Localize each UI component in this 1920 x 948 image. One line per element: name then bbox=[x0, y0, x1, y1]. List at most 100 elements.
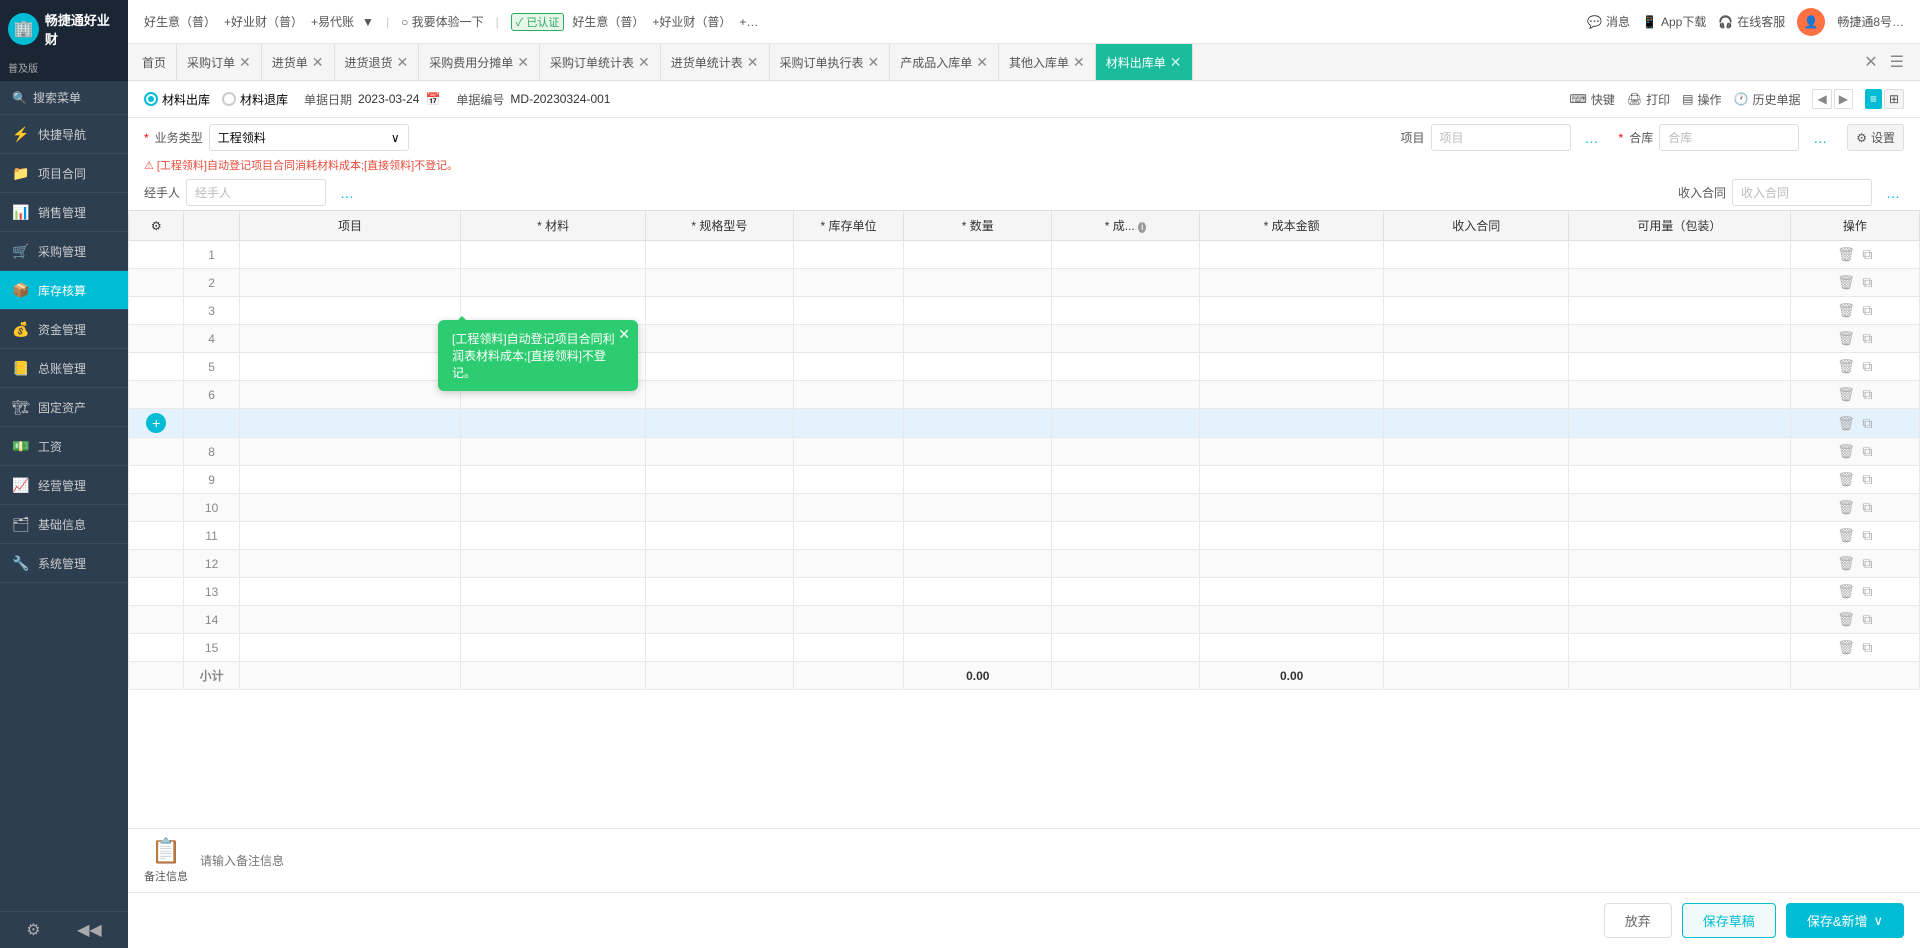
radio-outbound[interactable]: 材料出库 bbox=[144, 91, 210, 108]
row-cost-amt-15[interactable] bbox=[1199, 634, 1384, 662]
row-cost-amt-12[interactable] bbox=[1199, 550, 1384, 578]
row-contract-5[interactable] bbox=[1384, 353, 1569, 381]
row-delete-7[interactable]: 🗑 bbox=[1835, 413, 1857, 433]
row-cost-11[interactable] bbox=[1052, 522, 1200, 550]
row-ops-8[interactable]: 🗑 ⧉ bbox=[1790, 438, 1919, 466]
layout-single-btn[interactable]: ≡ bbox=[1865, 89, 1882, 109]
row-material-11[interactable] bbox=[461, 522, 646, 550]
warehouse-input[interactable]: 合库 bbox=[1659, 124, 1799, 151]
row-cost-12[interactable] bbox=[1052, 550, 1200, 578]
row-qty-7[interactable] bbox=[904, 409, 1052, 438]
row-cost-amt-5[interactable] bbox=[1199, 353, 1384, 381]
prev-btn[interactable]: ◀ bbox=[1812, 89, 1831, 109]
row-cost-amt-4[interactable] bbox=[1199, 325, 1384, 353]
row-qty-3[interactable] bbox=[904, 297, 1052, 325]
project-input[interactable]: 项目 bbox=[1431, 124, 1571, 151]
row-settings-11[interactable] bbox=[129, 522, 184, 550]
row-cost-amt-8[interactable] bbox=[1199, 438, 1384, 466]
row-contract-10[interactable] bbox=[1384, 494, 1569, 522]
save-new-button[interactable]: 保存&新增 ∨ bbox=[1786, 903, 1904, 938]
row-unit-5[interactable] bbox=[793, 353, 904, 381]
row-delete-8[interactable]: 🗑 bbox=[1835, 441, 1857, 461]
row-ops-1[interactable]: 🗑 ⧉ bbox=[1790, 241, 1919, 269]
row-unit-14[interactable] bbox=[793, 606, 904, 634]
row-qty-8[interactable] bbox=[904, 438, 1052, 466]
row-ops-12[interactable]: 🗑 ⧉ bbox=[1790, 550, 1919, 578]
project-dots-btn[interactable]: … bbox=[1581, 128, 1603, 148]
row-settings-15[interactable] bbox=[129, 634, 184, 662]
row-contract-12[interactable] bbox=[1384, 550, 1569, 578]
row-unit-10[interactable] bbox=[793, 494, 904, 522]
row-usable-14[interactable] bbox=[1569, 606, 1791, 634]
sidebar-search[interactable]: 🔍 搜索菜单 bbox=[0, 81, 128, 115]
topbar-nav-good-biz[interactable]: 好生意（普） bbox=[144, 13, 216, 30]
row-unit-13[interactable] bbox=[793, 578, 904, 606]
row-usable-4[interactable] bbox=[1569, 325, 1791, 353]
row-spec-9[interactable] bbox=[645, 466, 793, 494]
row-cost-6[interactable] bbox=[1052, 381, 1200, 409]
tab-purchase-exec[interactable]: 采购订单执行表 ✕ bbox=[770, 44, 891, 80]
row-delete-10[interactable]: 🗑 bbox=[1835, 497, 1857, 517]
row-ops-15[interactable]: 🗑 ⧉ bbox=[1790, 634, 1919, 662]
row-usable-7[interactable] bbox=[1569, 409, 1791, 438]
row-delete-6[interactable]: 🗑 bbox=[1835, 384, 1857, 404]
tab-inbound-stat[interactable]: 进货单统计表 ✕ bbox=[661, 44, 770, 80]
collapse-btn[interactable]: ◀◀ bbox=[77, 920, 102, 940]
row-cost-amt-2[interactable] bbox=[1199, 269, 1384, 297]
row-copy-12[interactable]: ⧉ bbox=[1860, 553, 1874, 573]
row-project-7[interactable] bbox=[239, 409, 461, 438]
row-spec-8[interactable] bbox=[645, 438, 793, 466]
row-spec-12[interactable] bbox=[645, 550, 793, 578]
row-ops-7[interactable]: 🗑 ⧉ bbox=[1790, 409, 1919, 438]
row-usable-12[interactable] bbox=[1569, 550, 1791, 578]
row-material-1[interactable] bbox=[461, 241, 646, 269]
row-qty-12[interactable] bbox=[904, 550, 1052, 578]
row-ops-11[interactable]: 🗑 ⧉ bbox=[1790, 522, 1919, 550]
sidebar-item-sys-mgmt[interactable]: 🔧系统管理 bbox=[0, 544, 128, 583]
table-row[interactable]: 3 🗑 ⧉ bbox=[129, 297, 1920, 325]
row-copy-13[interactable]: ⧉ bbox=[1860, 581, 1874, 601]
warehouse-dots-btn[interactable]: … bbox=[1809, 128, 1831, 148]
row-cost-amt-10[interactable] bbox=[1199, 494, 1384, 522]
row-unit-6[interactable] bbox=[793, 381, 904, 409]
row-project-1[interactable] bbox=[239, 241, 461, 269]
table-row[interactable]: 6 🗑 ⧉ bbox=[129, 381, 1920, 409]
row-cost-8[interactable] bbox=[1052, 438, 1200, 466]
discard-button[interactable]: 放弃 bbox=[1604, 903, 1672, 938]
row-usable-9[interactable] bbox=[1569, 466, 1791, 494]
row-qty-9[interactable] bbox=[904, 466, 1052, 494]
row-material-15[interactable] bbox=[461, 634, 646, 662]
row-material-10[interactable] bbox=[461, 494, 646, 522]
row-unit-12[interactable] bbox=[793, 550, 904, 578]
table-row[interactable]: 2 🗑 ⧉ bbox=[129, 269, 1920, 297]
row-unit-1[interactable] bbox=[793, 241, 904, 269]
row-qty-4[interactable] bbox=[904, 325, 1052, 353]
row-qty-14[interactable] bbox=[904, 606, 1052, 634]
table-row[interactable]: 12 🗑 ⧉ bbox=[129, 550, 1920, 578]
msg-btn[interactable]: 💬 消息 bbox=[1587, 13, 1630, 30]
calendar-icon[interactable]: 📅 bbox=[425, 92, 440, 106]
radio-return[interactable]: 材料退库 bbox=[222, 91, 288, 108]
row-ops-6[interactable]: 🗑 ⧉ bbox=[1790, 381, 1919, 409]
tab-home[interactable]: 首页 bbox=[132, 44, 177, 80]
row-material-13[interactable] bbox=[461, 578, 646, 606]
row-copy-2[interactable]: ⧉ bbox=[1860, 272, 1874, 292]
row-ops-4[interactable]: 🗑 ⧉ bbox=[1790, 325, 1919, 353]
sidebar-item-finance[interactable]: 💰资金管理 bbox=[0, 310, 128, 349]
row-contract-1[interactable] bbox=[1384, 241, 1569, 269]
tab-close-inbound-stat[interactable]: ✕ bbox=[747, 55, 759, 69]
row-copy-14[interactable]: ⧉ bbox=[1860, 609, 1874, 629]
row-ops-9[interactable]: 🗑 ⧉ bbox=[1790, 466, 1919, 494]
row-qty-2[interactable] bbox=[904, 269, 1052, 297]
next-btn[interactable]: ▶ bbox=[1834, 89, 1853, 109]
row-cost-4[interactable] bbox=[1052, 325, 1200, 353]
tab-close-inbound-return[interactable]: ✕ bbox=[397, 55, 409, 69]
tab-inbound[interactable]: 进货单 ✕ bbox=[262, 44, 335, 80]
row-settings-13[interactable] bbox=[129, 578, 184, 606]
tab-other-inbound[interactable]: 其他入库单 ✕ bbox=[999, 44, 1096, 80]
sidebar-item-quick-nav[interactable]: ⚡快捷导航 bbox=[0, 115, 128, 154]
row-unit-4[interactable] bbox=[793, 325, 904, 353]
row-contract-3[interactable] bbox=[1384, 297, 1569, 325]
table-row[interactable]: 11 🗑 ⧉ bbox=[129, 522, 1920, 550]
row-material-14[interactable] bbox=[461, 606, 646, 634]
